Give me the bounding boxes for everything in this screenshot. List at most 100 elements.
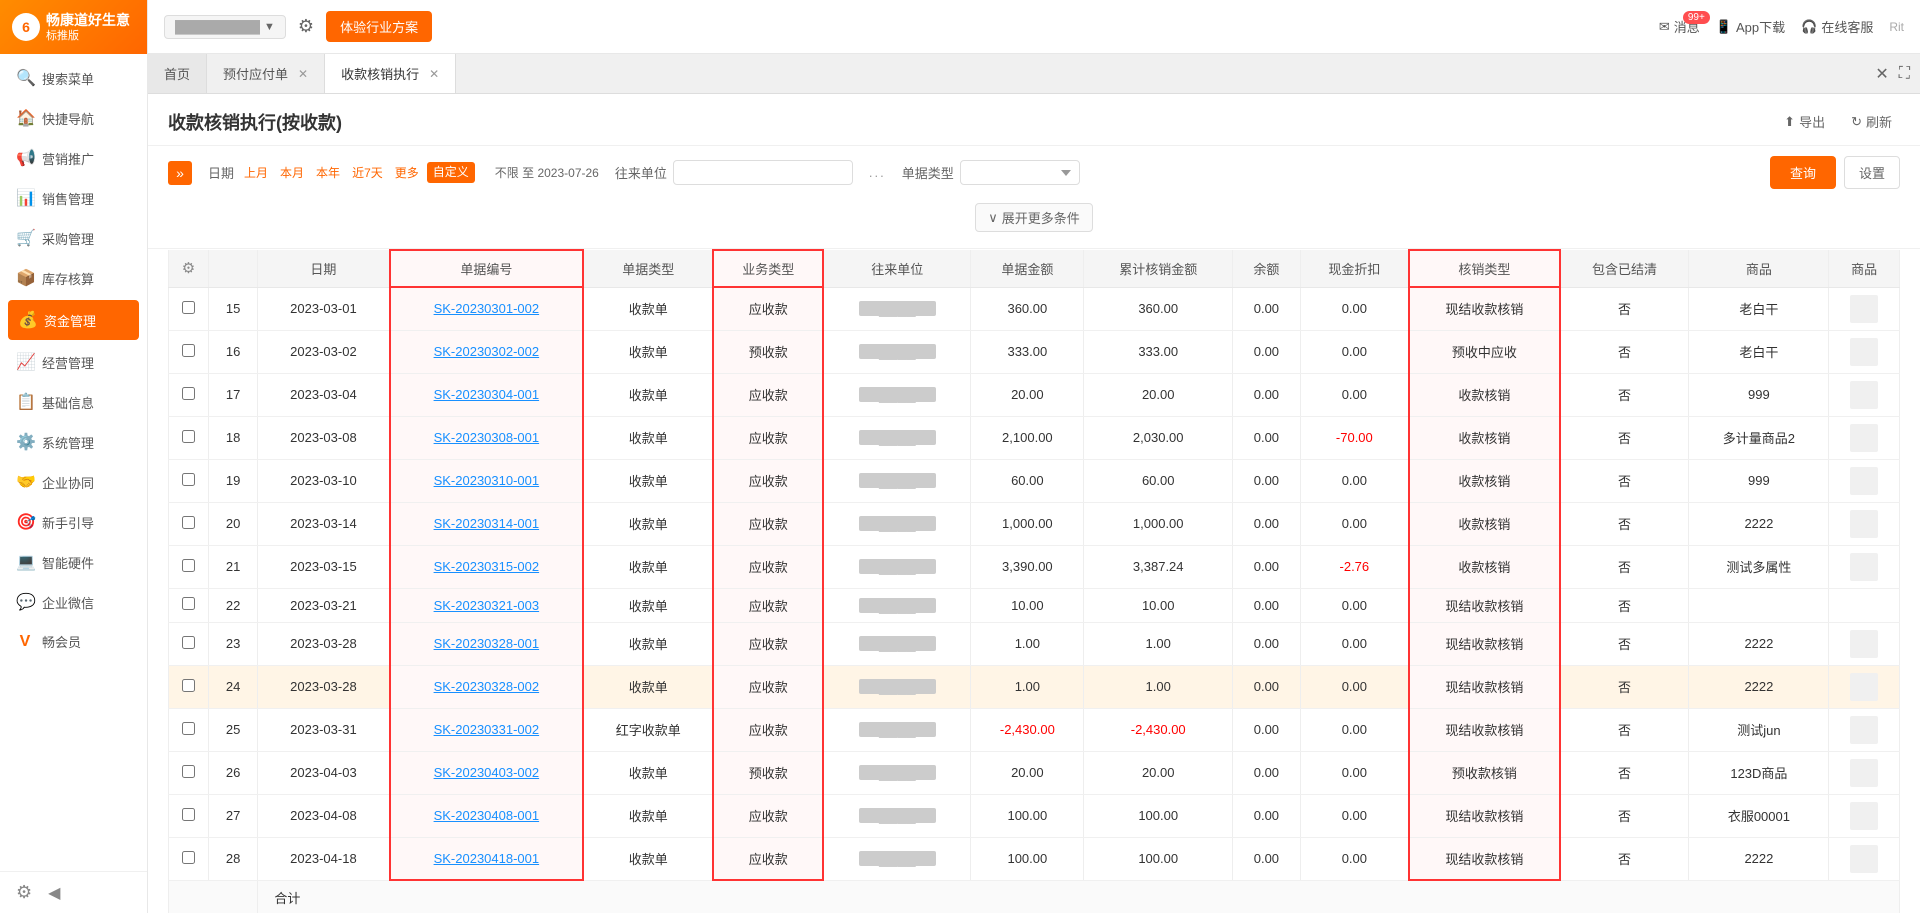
row-checkbox[interactable] <box>169 502 209 545</box>
filter-toggle-button[interactable]: » <box>168 161 192 185</box>
row-biz-type: 应收款 <box>713 502 823 545</box>
settings-icon[interactable]: ⚙ <box>16 882 32 903</box>
row-checkbox[interactable] <box>169 665 209 708</box>
row-checkbox[interactable] <box>169 416 209 459</box>
sidebar-item-search[interactable]: 🔍 搜索菜单 <box>0 58 147 98</box>
row-checkbox-input[interactable] <box>182 559 195 572</box>
sidebar-item-shortcut[interactable]: 🏠 快捷导航 <box>0 98 147 138</box>
row-checkbox-input[interactable] <box>182 851 195 864</box>
row-doc-no[interactable]: SK-20230314-001 <box>390 502 584 545</box>
row-doc-no[interactable]: SK-20230328-002 <box>390 665 584 708</box>
row-partner: ████ <box>823 416 971 459</box>
row-checkbox-input[interactable] <box>182 679 195 692</box>
date-shortcut-more[interactable]: 更多 <box>391 162 423 183</box>
row-checkbox-input[interactable] <box>182 765 195 778</box>
expand-more-button[interactable]: ∨ 展开更多条件 <box>975 203 1093 232</box>
row-checkbox[interactable] <box>169 287 209 330</box>
online-service-link[interactable]: 🎧 在线客服 <box>1801 17 1873 36</box>
tab-close-collection[interactable]: ✕ <box>429 67 439 81</box>
row-checkbox-input[interactable] <box>182 430 195 443</box>
table-body: 152023-03-01SK-20230301-002收款单应收款████360… <box>169 287 1900 880</box>
row-doc-no[interactable]: SK-20230315-002 <box>390 545 584 588</box>
date-shortcut-7days[interactable]: 近7天 <box>348 162 387 183</box>
row-checkbox-input[interactable] <box>182 301 195 314</box>
tab-maximize-icon[interactable]: ⛶ <box>1899 65 1910 83</box>
row-doc-no[interactable]: SK-20230304-001 <box>390 373 584 416</box>
row-date: 2023-04-03 <box>258 751 390 794</box>
date-shortcut-this-year[interactable]: 本年 <box>312 162 344 183</box>
sidebar-item-marketing[interactable]: 📢 营销推广 <box>0 138 147 178</box>
sidebar-item-sales[interactable]: 📊 销售管理 <box>0 178 147 218</box>
row-doc-no[interactable]: SK-20230308-001 <box>390 416 584 459</box>
sidebar-item-operation[interactable]: 📈 经营管理 <box>0 342 147 382</box>
row-doc-no[interactable]: SK-20230418-001 <box>390 837 584 880</box>
sidebar-item-finance[interactable]: 💰 资金管理 <box>8 300 139 340</box>
row-checkbox[interactable] <box>169 751 209 794</box>
company-select[interactable]: ██████████ ▼ <box>164 15 286 39</box>
partner-input[interactable] <box>673 160 853 185</box>
row-checkbox-input[interactable] <box>182 597 195 610</box>
date-shortcut-prev-month[interactable]: 上月 <box>240 162 272 183</box>
row-checkbox[interactable] <box>169 588 209 622</box>
row-biz-type: 应收款 <box>713 708 823 751</box>
row-checkbox[interactable] <box>169 459 209 502</box>
row-checkbox[interactable] <box>169 545 209 588</box>
row-checkbox[interactable] <box>169 794 209 837</box>
sidebar-item-basic[interactable]: 📋 基础信息 <box>0 382 147 422</box>
sidebar-item-guide[interactable]: 🎯 新手引导 <box>0 502 147 542</box>
settings-gear-icon[interactable]: ⚙ <box>298 16 314 37</box>
sidebar-item-member[interactable]: V 畅会员 <box>0 622 147 661</box>
tab-prepay[interactable]: 预付应付单 ✕ <box>207 54 325 93</box>
row-doc-no[interactable]: SK-20230328-001 <box>390 622 584 665</box>
export-button[interactable]: ⬆ 导出 <box>1776 108 1833 135</box>
row-doc-type: 收款单 <box>583 459 713 502</box>
date-custom-btn[interactable]: 自定义 <box>427 162 475 183</box>
row-balance: 0.00 <box>1233 459 1300 502</box>
row-doc-no[interactable]: SK-20230331-002 <box>390 708 584 751</box>
row-checkbox[interactable] <box>169 622 209 665</box>
sidebar-item-wechat[interactable]: 💬 企业微信 <box>0 582 147 622</box>
refresh-button[interactable]: ↻ 刷新 <box>1843 108 1900 135</box>
sidebar-item-system[interactable]: ⚙️ 系统管理 <box>0 422 147 462</box>
row-checkbox[interactable] <box>169 373 209 416</box>
date-shortcut-this-month[interactable]: 本月 <box>276 162 308 183</box>
row-checkbox-input[interactable] <box>182 808 195 821</box>
tab-home[interactable]: 首页 <box>148 54 207 93</box>
row-checkbox-input[interactable] <box>182 516 195 529</box>
doc-type-select[interactable] <box>960 160 1080 185</box>
query-button[interactable]: 查询 <box>1770 156 1836 189</box>
app-download-link[interactable]: 📱 App下载 <box>1716 17 1785 36</box>
row-partner: ████ <box>823 794 971 837</box>
solution-button[interactable]: 体验行业方案 <box>326 11 432 42</box>
row-doc-no[interactable]: SK-20230301-002 <box>390 287 584 330</box>
row-doc-no[interactable]: SK-20230408-001 <box>390 794 584 837</box>
tab-close-prepay[interactable]: ✕ <box>298 67 308 81</box>
collapse-icon[interactable]: ◀ <box>48 883 60 903</box>
row-checkbox[interactable] <box>169 330 209 373</box>
message-button[interactable]: ✉ 消息 99+ <box>1659 17 1700 36</box>
row-biz-type: 应收款 <box>713 416 823 459</box>
row-checkbox[interactable] <box>169 708 209 751</box>
table-row: 282023-04-18SK-20230418-001收款单应收款████100… <box>169 837 1900 880</box>
sidebar-item-inventory[interactable]: 📦 库存核算 <box>0 258 147 298</box>
row-checkbox-input[interactable] <box>182 722 195 735</box>
row-doc-no[interactable]: SK-20230403-002 <box>390 751 584 794</box>
row-doc-no[interactable]: SK-20230302-002 <box>390 330 584 373</box>
col-gear[interactable]: ⚙ <box>169 250 209 287</box>
row-checkbox-input[interactable] <box>182 636 195 649</box>
row-checkbox[interactable] <box>169 837 209 880</box>
row-doc-no[interactable]: SK-20230310-001 <box>390 459 584 502</box>
sidebar-item-purchase[interactable]: 🛒 采购管理 <box>0 218 147 258</box>
row-checkbox-input[interactable] <box>182 387 195 400</box>
row-checkbox-input[interactable] <box>182 344 195 357</box>
tab-collection[interactable]: 收款核销执行 ✕ <box>325 54 456 93</box>
row-doc-type: 收款单 <box>583 622 713 665</box>
sidebar-item-hardware[interactable]: 💻 智能硬件 <box>0 542 147 582</box>
settings-button[interactable]: 设置 <box>1844 156 1900 189</box>
tab-close-all-icon[interactable]: ✕ <box>1875 64 1888 84</box>
row-include-cleared: 否 <box>1560 751 1689 794</box>
user-profile[interactable]: Rit <box>1889 20 1904 34</box>
row-checkbox-input[interactable] <box>182 473 195 486</box>
row-doc-no[interactable]: SK-20230321-003 <box>390 588 584 622</box>
sidebar-item-enterprise[interactable]: 🤝 企业协同 <box>0 462 147 502</box>
